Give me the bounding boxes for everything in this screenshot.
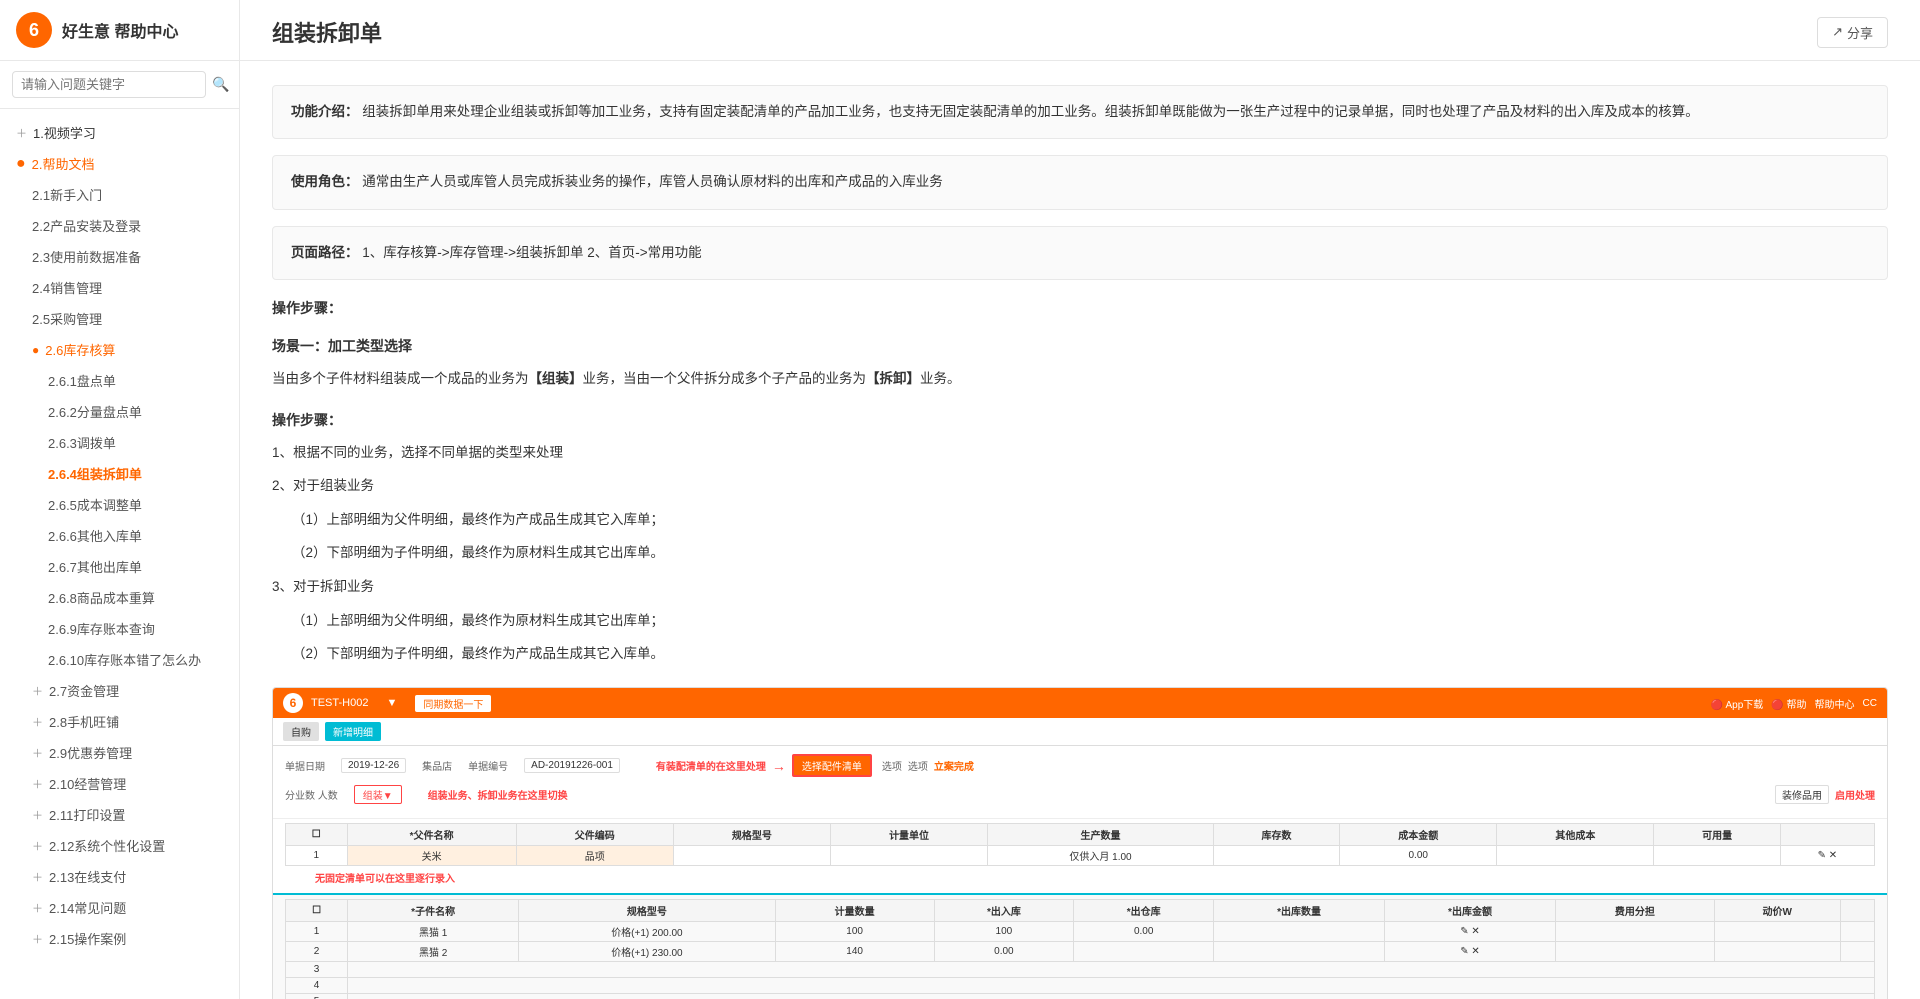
- ss-order-val: AD-20191226-001: [524, 758, 620, 773]
- sidebar-item-mobile[interactable]: ＋ 2.8手机旺铺: [0, 706, 239, 737]
- ss-row1-name: 关米: [347, 846, 516, 866]
- search-box: 🔍: [0, 61, 239, 109]
- sidebar-header: 6 好生意 帮助中心: [0, 0, 239, 61]
- sidebar-item-ops[interactable]: ＋ 2.10经营管理: [0, 768, 239, 799]
- main-header: 组装拆卸单 ↗ 分享: [240, 0, 1920, 61]
- scene1-desc: 当由多个子件材料组装成一个成品的业务为【组装】业务，当由一个父件拆分成多个子产品…: [272, 366, 1888, 392]
- share-button[interactable]: ↗ 分享: [1817, 17, 1888, 48]
- sidebar-item-videos[interactable]: ＋ 1.视频学习: [0, 117, 239, 148]
- content-body: 功能介绍： 组装拆卸单用来处理企业组装或拆卸等加工业务，支持有固定装配清单的产品…: [240, 61, 1920, 999]
- path-label: 页面路径：: [291, 245, 359, 260]
- sidebar-item-install[interactable]: 2.2产品安装及登录: [0, 210, 239, 241]
- dot-icon: ●: [16, 156, 26, 172]
- app-title: 好生意 帮助中心: [62, 18, 178, 42]
- sidebar-item-new[interactable]: 2.1新手入门: [0, 179, 239, 210]
- step3-text: 3、对于拆卸业务: [272, 574, 1888, 600]
- ss-type-toggle[interactable]: 组装▼: [354, 785, 402, 804]
- role-block: 使用角色： 通常由生产人员或库管人员完成拆装业务的操作，库管人员确认原材料的出库…: [272, 155, 1888, 209]
- ss-date-val: 2019-12-26: [341, 758, 406, 773]
- ss-annotation3: 启用处理: [1835, 787, 1875, 802]
- step3-sub2: （2）下部明细为子件明细，最终作为产成品生成其它入库单。: [292, 641, 1888, 667]
- step2-sub2: （2）下部明细为子件明细，最终作为原材料生成其它出库单。: [292, 540, 1888, 566]
- fake-screenshot: 6 TEST-H002 ▼ 同期数据一下 🔴 App下载 🔴 帮助 帮助中心 C…: [273, 688, 1887, 999]
- ss-form-area: 单据日期 2019-12-26 集品店 单据编号 AD-20191226-001…: [273, 746, 1887, 819]
- sidebar-item-data[interactable]: 2.3使用前数据准备: [0, 241, 239, 272]
- sidebar-item-partstocktake[interactable]: 2.6.2分量盘点单: [0, 396, 239, 427]
- sidebar-item-adjust[interactable]: 2.6.3调拨单: [0, 427, 239, 458]
- ss-sync-btn: 同期数据一下: [415, 695, 491, 712]
- dot-icon-inventory: ●: [32, 344, 39, 356]
- ss-field: 装修品用: [1775, 785, 1829, 804]
- ss-order-label: 单据编号: [468, 758, 508, 773]
- sidebar-item-costadj[interactable]: 2.6.5成本调整单: [0, 489, 239, 520]
- ss-select-btn[interactable]: 选择配件清单: [792, 754, 872, 777]
- ss-top-bar: 6 TEST-H002 ▼ 同期数据一下 🔴 App下载 🔴 帮助 帮助中心 C…: [273, 688, 1887, 718]
- ss-tab2[interactable]: 新增明细: [325, 722, 381, 741]
- ss-annotation2: 组装业务、拆卸业务在这里切换: [428, 787, 568, 802]
- ss-annotation1: 有装配清单的在这里处理: [656, 758, 766, 773]
- sidebar-item-stockquery[interactable]: 2.6.9库存账本查询: [0, 613, 239, 644]
- sidebar-item-docs[interactable]: ● 2.帮助文档: [0, 148, 239, 179]
- role-label: 使用角色：: [291, 174, 359, 189]
- sidebar-item-customize[interactable]: ＋ 2.12系统个性化设置: [0, 830, 239, 861]
- main-content: 组装拆卸单 ↗ 分享 功能介绍： 组装拆卸单用来处理企业组装或拆卸等加工业务，支…: [240, 0, 1920, 999]
- ops-steps-label: 操作步骤：: [272, 410, 1888, 430]
- ss-confirm-btn[interactable]: 立案完成: [934, 758, 974, 773]
- step2-sub1: （1）上部明细为父件明细，最终作为产成品生成其它入库单；: [292, 507, 1888, 533]
- scene1-label: 场景一：加工类型选择: [272, 336, 1888, 356]
- sidebar-item-otherinput[interactable]: 2.6.6其他入库单: [0, 520, 239, 551]
- sidebar-item-print[interactable]: ＋ 2.11打印设置: [0, 799, 239, 830]
- sidebar: 6 好生意 帮助中心 🔍 ＋ 1.视频学习 ● 2.帮助文档 2.1新手入门 2…: [0, 0, 240, 999]
- expand-icon: ＋: [16, 125, 27, 141]
- step2-text: 2、对于组装业务: [272, 473, 1888, 499]
- sidebar-item-onlinepay[interactable]: ＋ 2.13在线支付: [0, 861, 239, 892]
- ss-date-label: 单据日期: [285, 758, 325, 773]
- step3-sub1: （1）上部明细为父件明细，最终作为原材料生成其它出库单；: [292, 608, 1888, 634]
- sidebar-item-stocktake[interactable]: 2.6.1盘点单: [0, 365, 239, 396]
- sidebar-item-coupon[interactable]: ＋ 2.9优惠券管理: [0, 737, 239, 768]
- ss-group-label: 集品店: [422, 758, 452, 773]
- sidebar-item-otheroutput[interactable]: 2.6.7其他出库单: [0, 551, 239, 582]
- share-label: 分享: [1847, 23, 1873, 42]
- feature-intro-block: 功能介绍： 组装拆卸单用来处理企业组装或拆卸等加工业务，支持有固定装配清单的产品…: [272, 85, 1888, 139]
- page-title: 组装拆卸单: [272, 16, 382, 48]
- ss-subnav: 自购 新增明细: [273, 718, 1887, 746]
- ss-tab1[interactable]: 自购: [283, 722, 319, 741]
- ops-label: 操作步骤：: [272, 298, 1888, 318]
- search-button[interactable]: 🔍: [212, 76, 229, 93]
- path-block: 页面路径： 1、库存核算->库存管理->组装拆卸单 2、首页->常用功能: [272, 226, 1888, 280]
- sidebar-item-assembly[interactable]: 2.6.4组装拆卸单: [0, 458, 239, 489]
- sidebar-item-costrecalc[interactable]: 2.6.8商品成本重算: [0, 582, 239, 613]
- sidebar-item-videos-label: 1.视频学习: [33, 123, 96, 142]
- ss-row1-code: 品项: [516, 846, 673, 866]
- ss-logo: 6: [283, 693, 303, 713]
- ss-lower-table: ☐ *子件名称 规格型号 计量数量 *出入库 *出仓库 *出库数量 *出库金额 …: [273, 893, 1887, 999]
- sidebar-item-faq[interactable]: ＋ 2.14常见问题: [0, 892, 239, 923]
- ss-company: TEST-H002: [311, 697, 368, 709]
- role-text: 通常由生产人员或库管人员完成拆装业务的操作，库管人员确认原材料的出库和产成品的入…: [362, 174, 943, 189]
- sidebar-item-finance[interactable]: ＋ 2.7资金管理: [0, 675, 239, 706]
- sidebar-item-stockerror[interactable]: 2.6.10库存账本错了怎么办: [0, 644, 239, 675]
- search-input[interactable]: [12, 71, 206, 98]
- share-icon: ↗: [1832, 24, 1843, 40]
- logo-icon: 6: [16, 12, 52, 48]
- feature-intro-text: 组装拆卸单用来处理企业组装或拆卸等加工业务，支持有固定装配清单的产品加工业务，也…: [362, 104, 1699, 119]
- feature-intro-label: 功能介绍：: [291, 104, 359, 119]
- ss-upper-table: ☐ *父件名称 父件编码 规格型号 计量单位 生产数量 库存数 成本金额 其他成…: [273, 819, 1887, 893]
- step1-text: 1、根据不同的业务，选择不同单据的类型来处理: [272, 440, 1888, 466]
- sidebar-item-cases[interactable]: ＋ 2.15操作案例: [0, 923, 239, 954]
- sidebar-item-sales[interactable]: 2.4销售管理: [0, 272, 239, 303]
- sidebar-item-inventory[interactable]: ● 2.6库存核算: [0, 334, 239, 365]
- sidebar-item-docs-label: 2.帮助文档: [32, 154, 95, 173]
- sidebar-item-purchase[interactable]: 2.5采购管理: [0, 303, 239, 334]
- screenshot-container: 6 TEST-H002 ▼ 同期数据一下 🔴 App下载 🔴 帮助 帮助中心 C…: [272, 687, 1888, 999]
- path-text: 1、库存核算->库存管理->组装拆卸单 2、首页->常用功能: [362, 245, 701, 260]
- ss-annotation4: 无固定清单可以在这里逐行录入: [315, 870, 1875, 885]
- nav-tree: ＋ 1.视频学习 ● 2.帮助文档 2.1新手入门 2.2产品安装及登录 2.3…: [0, 109, 239, 999]
